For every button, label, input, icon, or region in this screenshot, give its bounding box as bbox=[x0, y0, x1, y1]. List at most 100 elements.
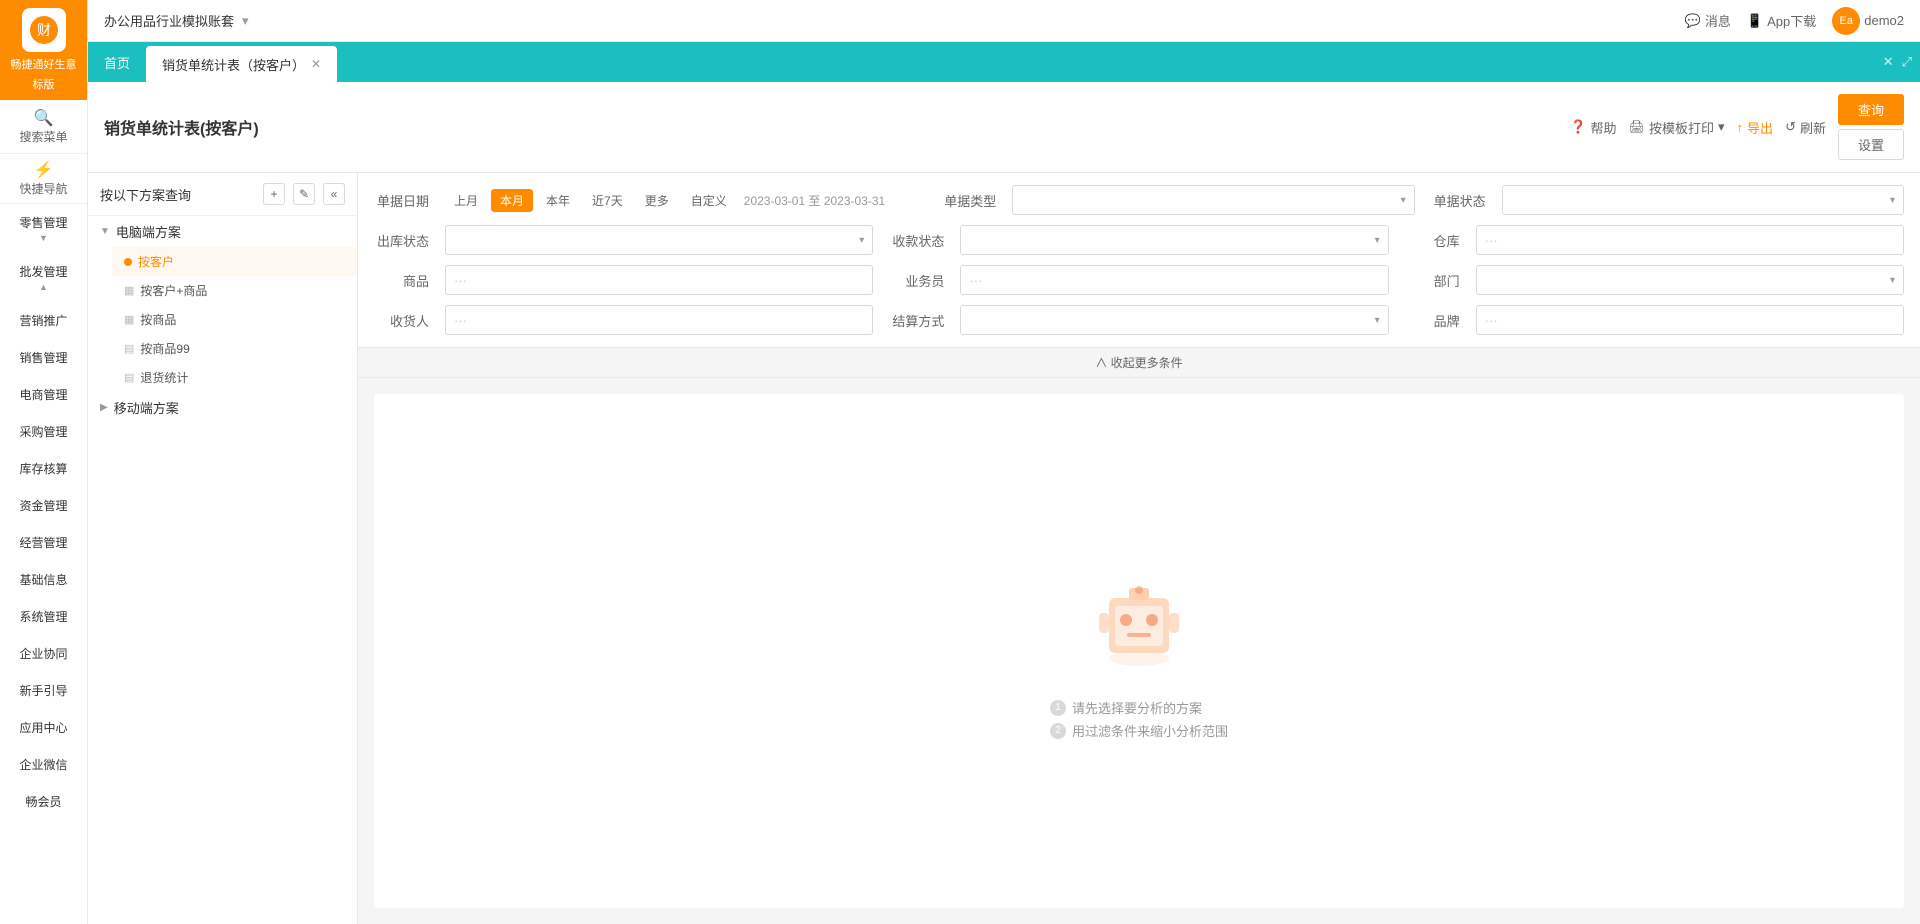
page-header: 销货单统计表(按客户) ❓ 帮助 🖨 按模板打印 ▾ ↑ 导出 ↺ 刷新 bbox=[88, 82, 1920, 173]
header-industry: 办公用品行业模拟账套 ▾ bbox=[104, 11, 249, 30]
settings-button[interactable]: 设置 bbox=[1838, 129, 1904, 160]
tree-item-by-goods[interactable]: ▦ 按商品 bbox=[112, 305, 357, 334]
date-btn-this-year[interactable]: 本年 bbox=[537, 189, 579, 212]
export-label: 导出 bbox=[1747, 118, 1773, 137]
filter-area: 单据日期 上月 本月 本年 近7天 更多 自定义 2023-03-01 至 20… bbox=[358, 173, 1920, 348]
tree-mobile-expand-icon: ▶ bbox=[100, 402, 108, 413]
tree-item-by-customer-goods[interactable]: ▦ 按客户+商品 bbox=[112, 276, 357, 305]
print-btn[interactable]: 🖨 按模板打印 ▾ bbox=[1628, 118, 1724, 137]
collapse-panel-btn[interactable]: « bbox=[323, 183, 345, 205]
payment-label: 结算方式 bbox=[889, 311, 944, 330]
tree-item-by-customer-goods-label: 按客户+商品 bbox=[140, 282, 207, 299]
query-button[interactable]: 查询 bbox=[1838, 94, 1904, 125]
sidebar-item-wechat[interactable]: 企业微信 bbox=[0, 746, 87, 783]
sidebar-item-finance[interactable]: 资金管理 bbox=[0, 487, 87, 524]
out-status-filter[interactable]: ▾ bbox=[445, 225, 873, 255]
sidebar-item-inventory[interactable]: 库存核算 bbox=[0, 450, 87, 487]
salesperson-filter[interactable]: ··· bbox=[960, 265, 1388, 295]
brand-placeholder: ··· bbox=[1485, 313, 1498, 328]
print-icon: 🖨 bbox=[1628, 119, 1645, 135]
status-dropdown-icon: ▾ bbox=[1890, 195, 1895, 206]
sidebar-item-ecommerce[interactable]: 电商管理 bbox=[0, 376, 87, 413]
date-btn-custom[interactable]: 自定义 bbox=[682, 189, 736, 212]
sidebar-item-marketing[interactable]: 营销推广 bbox=[0, 302, 87, 339]
sidebar-item-newcomer[interactable]: 新手引导 bbox=[0, 672, 87, 709]
sidebar-item-purchase[interactable]: 采购管理 bbox=[0, 413, 87, 450]
content-area: 按以下方案查询 + ✎ « ▼ 电脑端方案 按客户 bbox=[88, 173, 1920, 924]
tree-item-by-customer-label: 按客户 bbox=[138, 253, 174, 270]
type-filter[interactable]: ▾ bbox=[1012, 185, 1414, 215]
sidebar-logo: 财 畅捷通好生意 标版 bbox=[0, 0, 87, 100]
print-dropdown-icon: ▾ bbox=[1718, 119, 1725, 135]
collapse-label: ∧ 收起更多条件 bbox=[1095, 356, 1182, 370]
sidebar-item-retail[interactable]: 零售管理 ▼ bbox=[0, 204, 87, 253]
empty-state: 1 请先选择要分析的方案 2 用过滤条件来缩小分析范围 bbox=[374, 394, 1904, 908]
sidebar-item-apps[interactable]: 应用中心 bbox=[0, 709, 87, 746]
sidebar-search[interactable]: 🔍 搜索菜单 bbox=[0, 100, 87, 154]
sidebar-item-member[interactable]: 畅会员 bbox=[0, 783, 87, 820]
edit-scheme-btn[interactable]: ✎ bbox=[293, 183, 315, 205]
export-btn[interactable]: ↑ 导出 bbox=[1737, 118, 1774, 137]
close-window-icon[interactable]: ✕ bbox=[1883, 54, 1894, 70]
refresh-btn[interactable]: ↺ 刷新 bbox=[1785, 118, 1826, 137]
tree-item-by-goods99-label: 按商品99 bbox=[140, 340, 189, 357]
empty-illustration bbox=[1079, 558, 1199, 678]
consignee-filter[interactable]: ··· bbox=[445, 305, 873, 335]
department-filter[interactable]: ▾ bbox=[1476, 265, 1904, 295]
receive-status-filter[interactable]: ▾ bbox=[960, 225, 1388, 255]
date-btn-this-month[interactable]: 本月 bbox=[491, 189, 533, 212]
tip-num-2: 2 bbox=[1050, 723, 1066, 739]
message-btn[interactable]: 💬 消息 bbox=[1685, 11, 1731, 30]
receive-status-dropdown-icon: ▾ bbox=[1375, 235, 1380, 246]
tab-home[interactable]: 首页 bbox=[88, 42, 146, 82]
tab-sales-stats[interactable]: 销货单统计表（按客户） ✕ bbox=[146, 46, 337, 82]
tab-home-label: 首页 bbox=[104, 53, 130, 72]
tree-item-refund-stats[interactable]: ▤ 退货统计 bbox=[112, 363, 357, 392]
tree-mobile-group[interactable]: ▶ 移动端方案 bbox=[88, 392, 357, 423]
out-status-dropdown-icon: ▾ bbox=[859, 235, 864, 246]
tab-close-icon[interactable]: ✕ bbox=[311, 57, 321, 71]
brand-filter[interactable]: ··· bbox=[1476, 305, 1904, 335]
tree-item-by-customer[interactable]: 按客户 bbox=[112, 247, 357, 276]
industry-dropdown-icon[interactable]: ▾ bbox=[242, 13, 249, 29]
download-icon: 📱 bbox=[1747, 13, 1763, 29]
tree-desktop-group[interactable]: ▼ 电脑端方案 bbox=[88, 216, 357, 247]
date-btn-last-7days[interactable]: 近7天 bbox=[583, 189, 632, 212]
salesperson-placeholder: ··· bbox=[969, 273, 982, 288]
app-download-btn[interactable]: 📱 App下载 bbox=[1747, 11, 1816, 30]
warehouse-filter[interactable]: ··· bbox=[1476, 225, 1904, 255]
status-filter[interactable]: ▾ bbox=[1502, 185, 1904, 215]
tab-sales-stats-label: 销货单统计表（按客户） bbox=[162, 55, 305, 74]
sidebar-item-operations[interactable]: 经营管理 bbox=[0, 524, 87, 561]
sidebar-item-basic[interactable]: 基础信息 bbox=[0, 561, 87, 598]
app-download-label: App下载 bbox=[1767, 11, 1816, 30]
tree-item-by-goods99[interactable]: ▤ 按商品99 bbox=[112, 334, 357, 363]
goods-filter[interactable]: ··· bbox=[445, 265, 873, 295]
app-subtitle: 标版 bbox=[33, 76, 55, 92]
sidebar-quick-nav[interactable]: ⚡ 快捷导航 bbox=[0, 154, 87, 204]
sidebar-item-wholesale[interactable]: 批发管理 ▲ bbox=[0, 253, 87, 302]
sidebar-item-cooperation[interactable]: 企业协同 bbox=[0, 635, 87, 672]
filter-row-2: 出库状态 ▾ 收款状态 ▾ 仓库 ··· bbox=[374, 225, 1904, 255]
maximize-window-icon[interactable]: ⤢ bbox=[1902, 54, 1912, 70]
tree-desktop-items: 按客户 ▦ 按客户+商品 ▦ 按商品 ▤ 按商品99 ▤ bbox=[88, 247, 357, 392]
receive-status-label: 收款状态 bbox=[889, 231, 944, 250]
sidebar: 财 畅捷通好生意 标版 🔍 搜索菜单 ⚡ 快捷导航 零售管理 ▼ 批发管理 ▲ … bbox=[0, 0, 88, 924]
left-panel-header: 按以下方案查询 + ✎ « bbox=[88, 173, 357, 216]
refresh-label: 刷新 bbox=[1800, 118, 1826, 137]
left-panel: 按以下方案查询 + ✎ « ▼ 电脑端方案 按客户 bbox=[88, 173, 358, 924]
add-scheme-btn[interactable]: + bbox=[263, 183, 285, 205]
page-header-actions: ❓ 帮助 🖨 按模板打印 ▾ ↑ 导出 ↺ 刷新 查询 bbox=[1570, 94, 1904, 160]
help-btn[interactable]: ❓ 帮助 bbox=[1570, 118, 1616, 137]
tree-item-refund-stats-label: 退货统计 bbox=[140, 369, 188, 386]
user-menu[interactable]: Ea demo2 bbox=[1832, 7, 1904, 35]
page-content: 销货单统计表(按客户) ❓ 帮助 🖨 按模板打印 ▾ ↑ 导出 ↺ 刷新 bbox=[88, 82, 1920, 924]
payment-filter[interactable]: ▾ bbox=[960, 305, 1388, 335]
date-btn-last-month[interactable]: 上月 bbox=[445, 189, 487, 212]
main-content: 办公用品行业模拟账套 ▾ 💬 消息 📱 App下载 Ea demo2 首页 销货… bbox=[88, 0, 1920, 924]
sidebar-item-sales[interactable]: 销售管理 bbox=[0, 339, 87, 376]
brand-label: 品牌 bbox=[1405, 311, 1460, 330]
collapse-bar[interactable]: ∧ 收起更多条件 bbox=[358, 348, 1920, 378]
sidebar-item-system[interactable]: 系统管理 bbox=[0, 598, 87, 635]
date-btn-more[interactable]: 更多 bbox=[636, 189, 678, 212]
